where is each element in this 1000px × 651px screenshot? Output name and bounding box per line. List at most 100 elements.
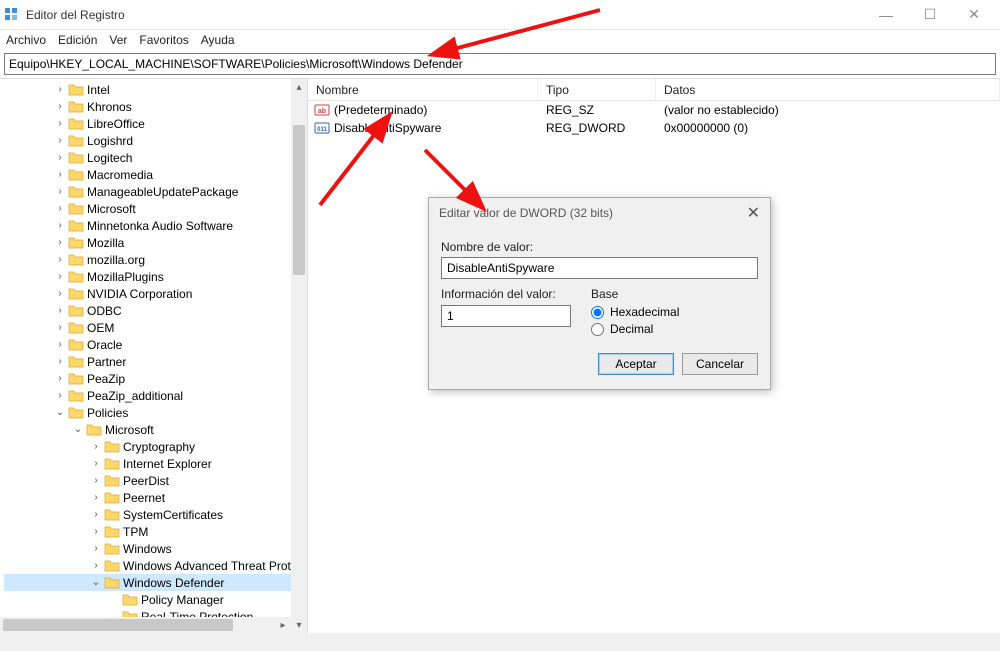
tree-node-internet-explorer[interactable]: ›Internet Explorer xyxy=(4,455,307,472)
tree-node-windows-advanced-threat-protect[interactable]: ›Windows Advanced Threat Protect xyxy=(4,557,307,574)
decimal-radio-input[interactable] xyxy=(591,323,604,336)
scroll-up-icon[interactable]: ▴ xyxy=(291,79,307,95)
ok-button[interactable]: Aceptar xyxy=(598,353,674,375)
tree-node-microsoft[interactable]: ›Microsoft xyxy=(4,200,307,217)
tree-node-cryptography[interactable]: › Cryptography xyxy=(4,438,307,455)
tree-node-windows[interactable]: ›Windows xyxy=(4,540,307,557)
titlebar: Editor del Registro — ☐ ✕ xyxy=(0,0,1000,30)
expander-icon[interactable]: › xyxy=(52,220,68,231)
maximize-button[interactable]: ☐ xyxy=(908,0,952,30)
expander-icon[interactable]: › xyxy=(52,322,68,333)
tree-node-windows-defender[interactable]: ⌄Windows Defender xyxy=(4,574,307,591)
menu-archivo[interactable]: Archivo xyxy=(6,33,46,47)
tree-node-mozillaplugins[interactable]: ›MozillaPlugins xyxy=(4,268,307,285)
expander-icon[interactable]: › xyxy=(88,475,104,486)
tree-node-label: PeaZip_additional xyxy=(87,389,183,403)
expander-icon[interactable]: › xyxy=(88,526,104,537)
expander-icon[interactable]: › xyxy=(52,203,68,214)
column-data[interactable]: Datos xyxy=(656,79,1000,100)
decimal-radio[interactable]: Decimal xyxy=(591,322,679,336)
menu-ayuda[interactable]: Ayuda xyxy=(201,33,235,47)
tree-node-microsoft[interactable]: ⌄Microsoft xyxy=(4,421,307,438)
tree-node-partner[interactable]: ›Partner xyxy=(4,353,307,370)
value-type: REG_SZ xyxy=(538,103,656,117)
expander-icon[interactable]: › xyxy=(88,441,104,452)
tree-node-label: Cryptography xyxy=(123,440,195,454)
tree-horizontal-scrollbar[interactable]: ◂ ▸ xyxy=(0,617,291,633)
hex-radio[interactable]: Hexadecimal xyxy=(591,305,679,319)
tree-node-nvidia-corporation[interactable]: ›NVIDIA Corporation xyxy=(4,285,307,302)
tree-node-oem[interactable]: ›OEM xyxy=(4,319,307,336)
tree-node-label: Peernet xyxy=(123,491,165,505)
column-type[interactable]: Tipo xyxy=(538,79,656,100)
tree-node-mozilla[interactable]: ›Mozilla xyxy=(4,234,307,251)
tree-node-khronos[interactable]: ›Khronos xyxy=(4,98,307,115)
expander-icon[interactable]: › xyxy=(88,509,104,520)
expander-icon[interactable]: › xyxy=(52,288,68,299)
scroll-thumb[interactable] xyxy=(293,125,305,275)
tree-node-manageableupdatepackage[interactable]: › ManageableUpdatePackage xyxy=(4,183,307,200)
list-row[interactable]: ab(Predeterminado)REG_SZ(valor no establ… xyxy=(308,101,1000,119)
value-data-input[interactable] xyxy=(441,305,571,327)
expander-icon[interactable]: › xyxy=(52,271,68,282)
tree-node-minnetonka-audio-software[interactable]: ›Minnetonka Audio Software xyxy=(4,217,307,234)
tree-node-macromedia[interactable]: ›Macromedia xyxy=(4,166,307,183)
expander-icon[interactable]: › xyxy=(88,560,104,571)
dialog-titlebar[interactable]: Editar valor de DWORD (32 bits) ✕ xyxy=(429,198,770,228)
minimize-button[interactable]: — xyxy=(864,0,908,30)
expander-icon[interactable]: › xyxy=(52,135,68,146)
expander-icon[interactable]: › xyxy=(52,390,68,401)
dialog-close-button[interactable]: ✕ xyxy=(747,203,760,223)
tree-node-tpm[interactable]: ›TPM xyxy=(4,523,307,540)
tree-node-systemcertificates[interactable]: ›SystemCertificates xyxy=(4,506,307,523)
menu-favoritos[interactable]: Favoritos xyxy=(139,33,188,47)
expander-icon[interactable]: › xyxy=(52,152,68,163)
tree-node-peazip[interactable]: ›PeaZip xyxy=(4,370,307,387)
tree-node-label: ManageableUpdatePackage xyxy=(87,185,238,199)
tree-node-oracle[interactable]: ›Oracle xyxy=(4,336,307,353)
menu-edicion[interactable]: Edición xyxy=(58,33,97,47)
tree-node-peernet[interactable]: › Peernet xyxy=(4,489,307,506)
tree-node-logishrd[interactable]: ›Logishrd xyxy=(4,132,307,149)
expander-icon[interactable]: › xyxy=(52,254,68,265)
expander-icon[interactable]: ⌄ xyxy=(70,424,86,435)
expander-icon[interactable]: › xyxy=(52,101,68,112)
scroll-down-icon[interactable]: ▾ xyxy=(291,617,307,633)
tree-node-peerdist[interactable]: ›PeerDist xyxy=(4,472,307,489)
address-bar[interactable]: Equipo\HKEY_LOCAL_MACHINE\SOFTWARE\Polic… xyxy=(4,53,996,75)
tree-node-intel[interactable]: ›Intel xyxy=(4,81,307,98)
expander-icon[interactable]: › xyxy=(52,169,68,180)
expander-icon[interactable]: › xyxy=(52,305,68,316)
tree-node-logitech[interactable]: ›Logitech xyxy=(4,149,307,166)
tree-node-odbc[interactable]: ›ODBC xyxy=(4,302,307,319)
tree-vertical-scrollbar[interactable]: ▴ ▾ xyxy=(291,79,307,633)
menu-ver[interactable]: Ver xyxy=(109,33,127,47)
expander-icon[interactable]: › xyxy=(88,492,104,503)
expander-icon[interactable]: › xyxy=(88,458,104,469)
scroll-right-icon[interactable]: ▸ xyxy=(275,617,291,633)
scroll-thumb[interactable] xyxy=(3,619,233,631)
tree-node-libreoffice[interactable]: ›LibreOffice xyxy=(4,115,307,132)
hex-radio-input[interactable] xyxy=(591,306,604,319)
expander-icon[interactable]: › xyxy=(52,339,68,350)
expander-icon[interactable]: ⌄ xyxy=(88,577,104,588)
expander-icon[interactable]: ⌄ xyxy=(52,407,68,418)
expander-icon[interactable]: › xyxy=(52,118,68,129)
value-name-input[interactable] xyxy=(441,257,758,279)
list-row[interactable]: 011DisableAntiSpywareREG_DWORD0x00000000… xyxy=(308,119,1000,137)
expander-icon[interactable]: › xyxy=(52,237,68,248)
expander-icon[interactable]: › xyxy=(52,84,68,95)
expander-icon[interactable]: › xyxy=(52,186,68,197)
tree-node-policies[interactable]: ⌄Policies xyxy=(4,404,307,421)
tree-node-peazip-additional[interactable]: › PeaZip_additional xyxy=(4,387,307,404)
tree-node-mozilla-org[interactable]: ›mozilla.org xyxy=(4,251,307,268)
expander-icon[interactable]: › xyxy=(52,373,68,384)
cancel-button[interactable]: Cancelar xyxy=(682,353,758,375)
expander-icon[interactable]: › xyxy=(52,356,68,367)
close-button[interactable]: ✕ xyxy=(952,0,996,30)
tree-inner[interactable]: ›Intel›Khronos›LibreOffice›Logishrd›Logi… xyxy=(0,79,307,633)
tree-node-policy-manager[interactable]: Policy Manager xyxy=(4,591,307,608)
hex-radio-label: Hexadecimal xyxy=(610,305,679,319)
expander-icon[interactable]: › xyxy=(88,543,104,554)
column-name[interactable]: Nombre xyxy=(308,79,538,100)
